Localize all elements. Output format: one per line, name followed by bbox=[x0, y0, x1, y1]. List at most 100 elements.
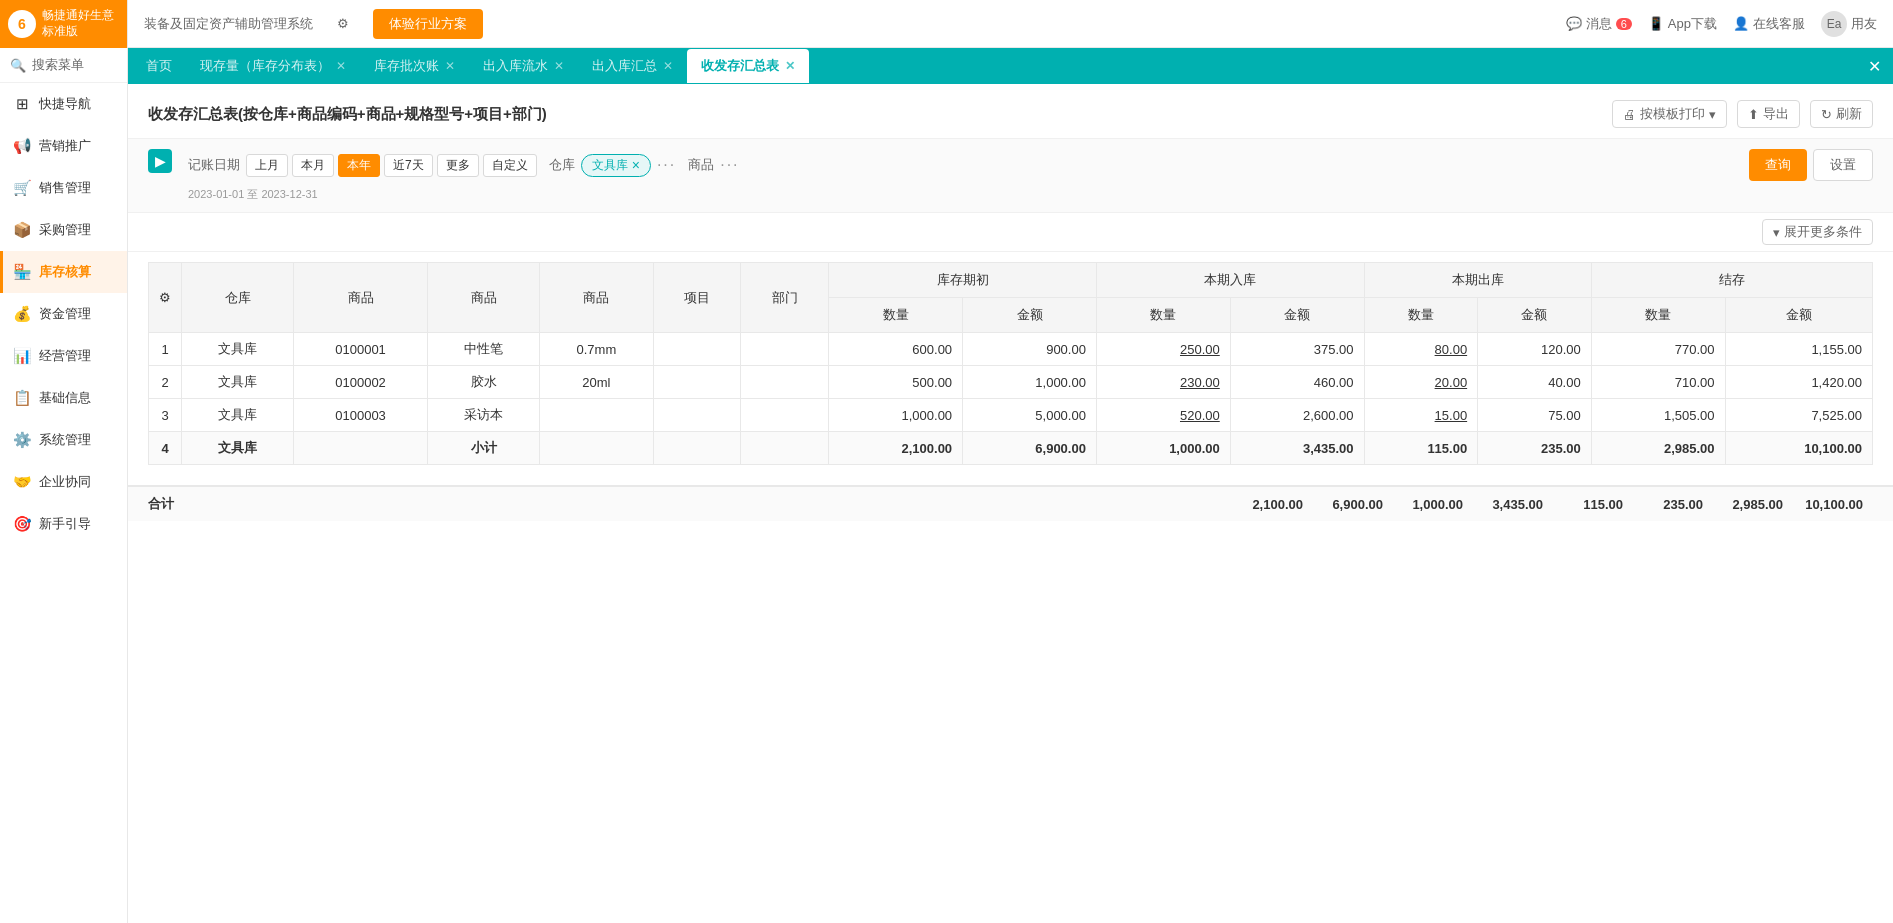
warehouse-dots[interactable]: ··· bbox=[657, 156, 676, 174]
tab-close-inout-summary[interactable]: ✕ bbox=[663, 59, 673, 73]
date-btn-more[interactable]: 更多 bbox=[437, 154, 479, 177]
table-row-val: 3,435.00 bbox=[1230, 432, 1364, 465]
tab-home[interactable]: 首页 bbox=[132, 49, 186, 83]
table-row-name: 小计 bbox=[427, 432, 539, 465]
table-row-code: 0100002 bbox=[294, 366, 428, 399]
col-out-qty-header: 数量 bbox=[1364, 298, 1478, 333]
expand-icon: ▾ bbox=[1773, 225, 1780, 240]
col-project-header: 项目 bbox=[653, 263, 741, 333]
sidebar-item-guide[interactable]: 🎯 新手引导 bbox=[0, 503, 127, 545]
purchase-icon: 📦 bbox=[13, 221, 31, 239]
col-spec-header: 商品 bbox=[540, 263, 654, 333]
goods-dots[interactable]: ··· bbox=[720, 156, 739, 174]
sidebar-logo: 6 畅捷通好生意 标准版 bbox=[0, 0, 127, 48]
settings-gear-icon[interactable]: ⚙ bbox=[329, 10, 357, 38]
data-table-wrapper: ⚙ 仓库 商品 商品 商品 bbox=[128, 252, 1893, 485]
date-btn-7days[interactable]: 近7天 bbox=[384, 154, 433, 177]
warehouse-filter-group: 仓库 文具库 × ··· bbox=[549, 154, 677, 177]
footer-in-qty: 1,000.00 bbox=[1393, 497, 1473, 512]
print-button[interactable]: 🖨 按模板打印 ▾ bbox=[1612, 100, 1727, 128]
table-row-val[interactable]: 230.00 bbox=[1096, 366, 1230, 399]
sidebar-item-enterprise[interactable]: 🤝 企业协同 bbox=[0, 461, 127, 503]
expand-conditions-bar: ▾ 展开更多条件 bbox=[128, 213, 1893, 252]
tab-close-batch[interactable]: ✕ bbox=[445, 59, 455, 73]
export-button[interactable]: ⬆ 导出 bbox=[1737, 100, 1800, 128]
table-row-val: 600.00 bbox=[829, 333, 963, 366]
sidebar-item-finance[interactable]: 💰 资金管理 bbox=[0, 293, 127, 335]
table-row-val: 1,505.00 bbox=[1591, 399, 1725, 432]
main-area: 装备及固定资产辅助管理系统 ⚙ 体验行业方案 💬 消息 6 📱 App下载 👤 … bbox=[128, 0, 1893, 923]
warehouse-tag-close-icon[interactable]: × bbox=[632, 158, 640, 172]
sidebar-item-inventory[interactable]: 🏪 库存核算 bbox=[0, 251, 127, 293]
date-btn-last-month[interactable]: 上月 bbox=[246, 154, 288, 177]
warehouse-tag[interactable]: 文具库 × bbox=[581, 154, 651, 177]
tab-inventory-dist[interactable]: 现存量（库存分布表） ✕ bbox=[186, 49, 360, 83]
col-in-amt-header: 金额 bbox=[1230, 298, 1364, 333]
tab-bar-close-button[interactable]: ✕ bbox=[1860, 57, 1889, 76]
table-row-val: 460.00 bbox=[1230, 366, 1364, 399]
tab-close-inventory-dist[interactable]: ✕ bbox=[336, 59, 346, 73]
tab-inout-flow[interactable]: 出入库流水 ✕ bbox=[469, 49, 578, 83]
sidebar-item-operation[interactable]: 📊 经营管理 bbox=[0, 335, 127, 377]
set-button[interactable]: 设置 bbox=[1813, 149, 1873, 181]
table-row-code bbox=[294, 432, 428, 465]
table-row-val: 1,000.00 bbox=[829, 399, 963, 432]
logo-text: 畅捷通好生意 标准版 bbox=[42, 8, 114, 39]
table-row-dept bbox=[741, 432, 829, 465]
table-row-val: 900.00 bbox=[963, 333, 1097, 366]
table-row-warehouse: 文具库 bbox=[182, 432, 294, 465]
footer-label: 合计 bbox=[148, 495, 228, 513]
table-row-code: 0100003 bbox=[294, 399, 428, 432]
table-row-no: 1 bbox=[149, 333, 182, 366]
date-range-display: 2023-01-01 至 2023-12-31 bbox=[188, 187, 1873, 202]
table-row-val: 1,000.00 bbox=[1096, 432, 1230, 465]
tab-close-recv-summary[interactable]: ✕ bbox=[785, 59, 795, 73]
table-row-val[interactable]: 250.00 bbox=[1096, 333, 1230, 366]
phone-icon: 📱 bbox=[1648, 16, 1664, 31]
try-button[interactable]: 体验行业方案 bbox=[373, 9, 483, 39]
sidebar-item-system[interactable]: ⚙️ 系统管理 bbox=[0, 419, 127, 461]
table-row-warehouse: 文具库 bbox=[182, 333, 294, 366]
page-title: 收发存汇总表(按仓库+商品编码+商品+规格型号+项目+部门) bbox=[148, 105, 547, 124]
query-button[interactable]: 查询 bbox=[1749, 149, 1807, 181]
table-row-no: 3 bbox=[149, 399, 182, 432]
filter-expand-button[interactable]: ▶ bbox=[148, 149, 172, 173]
tab-inout-summary[interactable]: 出入库汇总 ✕ bbox=[578, 49, 687, 83]
col-name-header: 商品 bbox=[427, 263, 539, 333]
table-row-spec: 20ml bbox=[540, 366, 654, 399]
date-btn-custom[interactable]: 自定义 bbox=[483, 154, 537, 177]
table-row-val[interactable]: 80.00 bbox=[1364, 333, 1478, 366]
table-row-val[interactable]: 520.00 bbox=[1096, 399, 1230, 432]
col-settings-header[interactable]: ⚙ bbox=[149, 263, 182, 333]
col-code-header: 商品 bbox=[294, 263, 428, 333]
sidebar-search[interactable]: 🔍 搜索菜单 bbox=[0, 48, 127, 83]
tab-batch[interactable]: 库存批次账 ✕ bbox=[360, 49, 469, 83]
sidebar-item-sales[interactable]: 🛒 销售管理 bbox=[0, 167, 127, 209]
table-row-val: 10,100.00 bbox=[1725, 432, 1872, 465]
table-row-val[interactable]: 15.00 bbox=[1364, 399, 1478, 432]
message-button[interactable]: 💬 消息 6 bbox=[1566, 15, 1632, 33]
online-service-button[interactable]: 👤 在线客服 bbox=[1733, 15, 1805, 33]
search-icon: 🔍 bbox=[10, 58, 26, 73]
table-row-val: 2,100.00 bbox=[829, 432, 963, 465]
col-close-amt-header: 金额 bbox=[1725, 298, 1872, 333]
sidebar-item-basic[interactable]: 📋 基础信息 bbox=[0, 377, 127, 419]
col-dept-header: 部门 bbox=[741, 263, 829, 333]
date-btn-this-year[interactable]: 本年 bbox=[338, 154, 380, 177]
table-row-warehouse: 文具库 bbox=[182, 399, 294, 432]
user-menu-button[interactable]: Ea 用友 bbox=[1821, 11, 1877, 37]
expand-conditions-button[interactable]: ▾ 展开更多条件 bbox=[1762, 219, 1873, 245]
app-download-button[interactable]: 📱 App下载 bbox=[1648, 15, 1717, 33]
date-btn-this-month[interactable]: 本月 bbox=[292, 154, 334, 177]
sidebar-item-marketing[interactable]: 📢 营销推广 bbox=[0, 125, 127, 167]
sidebar-item-quick-nav[interactable]: ⊞ 快捷导航 bbox=[0, 83, 127, 125]
table-row-warehouse: 文具库 bbox=[182, 366, 294, 399]
warehouse-label: 仓库 bbox=[549, 156, 575, 174]
refresh-button[interactable]: ↻ 刷新 bbox=[1810, 100, 1873, 128]
sidebar-item-purchase[interactable]: 📦 采购管理 bbox=[0, 209, 127, 251]
table-row-val[interactable]: 20.00 bbox=[1364, 366, 1478, 399]
col-opening-header: 库存期初 bbox=[829, 263, 1097, 298]
table-row-val: 2,985.00 bbox=[1591, 432, 1725, 465]
tab-close-inout-flow[interactable]: ✕ bbox=[554, 59, 564, 73]
tab-recv-summary[interactable]: 收发存汇总表 ✕ bbox=[687, 49, 809, 83]
